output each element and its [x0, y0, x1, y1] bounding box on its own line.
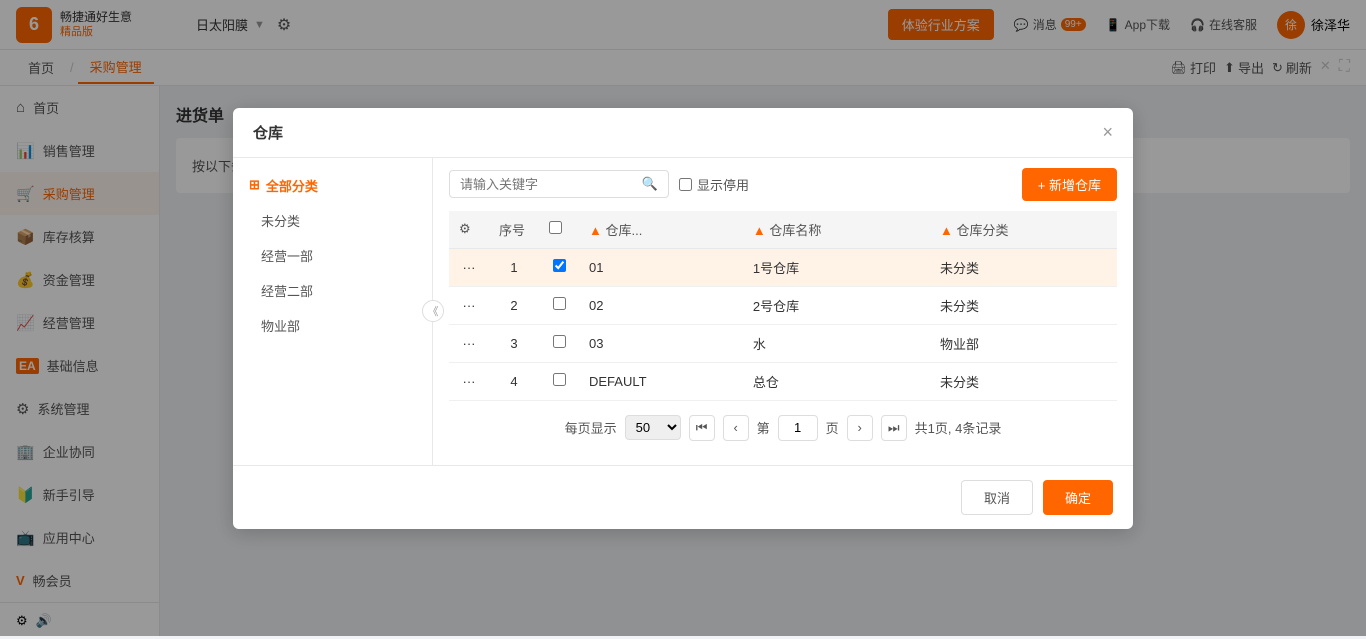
category-all[interactable]: ⊞ 全部分类	[233, 168, 432, 203]
collapse-panel-button[interactable]: 《	[422, 300, 444, 322]
row-code: 03	[579, 324, 743, 362]
table-row[interactable]: ··· 4 DEFAULT 总仓 未分类	[449, 362, 1117, 400]
sort-icon: ▲	[589, 223, 602, 238]
th-warehouse-code[interactable]: ▲ 仓库...	[579, 211, 743, 249]
prev-page-button[interactable]: ‹	[723, 415, 749, 441]
row-actions[interactable]: ···	[449, 286, 489, 324]
row-category: 未分类	[930, 286, 1117, 324]
th-no: 序号	[489, 211, 539, 249]
table-toolbar: 🔍 显示停用 + 新增仓库	[449, 168, 1117, 201]
search-input[interactable]	[460, 177, 642, 192]
row-no: 3	[489, 324, 539, 362]
row-name: 1号仓库	[743, 248, 930, 286]
th-checkbox[interactable]	[539, 211, 579, 249]
row-name: 2号仓库	[743, 286, 930, 324]
first-page-button[interactable]: ⏮	[689, 415, 715, 441]
table-row[interactable]: ··· 1 01 1号仓库 未分类	[449, 248, 1117, 286]
row-checkbox[interactable]	[539, 286, 579, 324]
row-code: 02	[579, 286, 743, 324]
modal-close-button[interactable]: ×	[1102, 122, 1113, 143]
modal-body: ⊞ 全部分类 未分类 经营一部 经营二部 物业部 《	[233, 158, 1133, 465]
pagination-bar: 每页显示 50 100 ⏮ ‹ 第 页 › ⏭ 共1页, 4条记录	[449, 401, 1117, 455]
th-settings[interactable]: ⚙	[449, 211, 489, 249]
row-checkbox[interactable]	[539, 362, 579, 400]
add-warehouse-button[interactable]: + 新增仓库	[1022, 168, 1117, 201]
confirm-button[interactable]: 确定	[1043, 480, 1113, 515]
category-panel: ⊞ 全部分类 未分类 经营一部 经营二部 物业部 《	[233, 158, 433, 465]
last-page-button[interactable]: ⏭	[881, 415, 907, 441]
warehouse-table: ⚙ 序号 ▲ 仓库... ▲ 仓库名称	[449, 211, 1117, 401]
row-name: 水	[743, 324, 930, 362]
row-no: 1	[489, 248, 539, 286]
category-item-property[interactable]: 物业部	[233, 308, 432, 343]
category-item-ops2[interactable]: 经营二部	[233, 273, 432, 308]
select-all-checkbox[interactable]	[549, 221, 562, 234]
table-row[interactable]: ··· 3 03 水 物业部	[449, 324, 1117, 362]
row-category: 未分类	[930, 248, 1117, 286]
page-number-input[interactable]	[778, 415, 818, 441]
warehouse-modal: 仓库 × ⊞ 全部分类 未分类 经营一部 经营二部	[233, 108, 1133, 529]
row-actions[interactable]: ···	[449, 248, 489, 286]
category-item-ops1[interactable]: 经营一部	[233, 238, 432, 273]
show-disabled-checkbox-label[interactable]: 显示停用	[679, 175, 749, 194]
th-warehouse-name[interactable]: ▲ 仓库名称	[743, 211, 930, 249]
modal-title: 仓库	[253, 122, 283, 143]
grid-icon: ⊞	[249, 177, 260, 193]
page-size-select[interactable]: 50 100	[625, 415, 681, 440]
modal-header: 仓库 ×	[233, 108, 1133, 158]
search-icon[interactable]: 🔍	[642, 176, 658, 192]
sort-icon-3: ▲	[940, 223, 953, 238]
show-disabled-checkbox[interactable]	[679, 178, 692, 191]
row-checkbox[interactable]	[539, 324, 579, 362]
table-row[interactable]: ··· 2 02 2号仓库 未分类	[449, 286, 1117, 324]
cancel-button[interactable]: 取消	[961, 480, 1033, 515]
row-actions[interactable]: ···	[449, 324, 489, 362]
modal-footer: 取消 确定	[233, 465, 1133, 529]
row-code: 01	[579, 248, 743, 286]
modal-overlay[interactable]: 仓库 × ⊞ 全部分类 未分类 经营一部 经营二部	[0, 0, 1366, 636]
row-no: 2	[489, 286, 539, 324]
th-warehouse-category[interactable]: ▲ 仓库分类	[930, 211, 1117, 249]
row-actions[interactable]: ···	[449, 362, 489, 400]
sort-icon-2: ▲	[753, 223, 766, 238]
row-checkbox[interactable]	[539, 248, 579, 286]
row-name: 总仓	[743, 362, 930, 400]
next-page-button[interactable]: ›	[847, 415, 873, 441]
row-no: 4	[489, 362, 539, 400]
row-category: 物业部	[930, 324, 1117, 362]
search-box[interactable]: 🔍	[449, 170, 669, 198]
category-item-unclassified[interactable]: 未分类	[233, 203, 432, 238]
table-panel: 🔍 显示停用 + 新增仓库 ⚙ 序号	[433, 158, 1133, 465]
row-code: DEFAULT	[579, 362, 743, 400]
row-category: 未分类	[930, 362, 1117, 400]
